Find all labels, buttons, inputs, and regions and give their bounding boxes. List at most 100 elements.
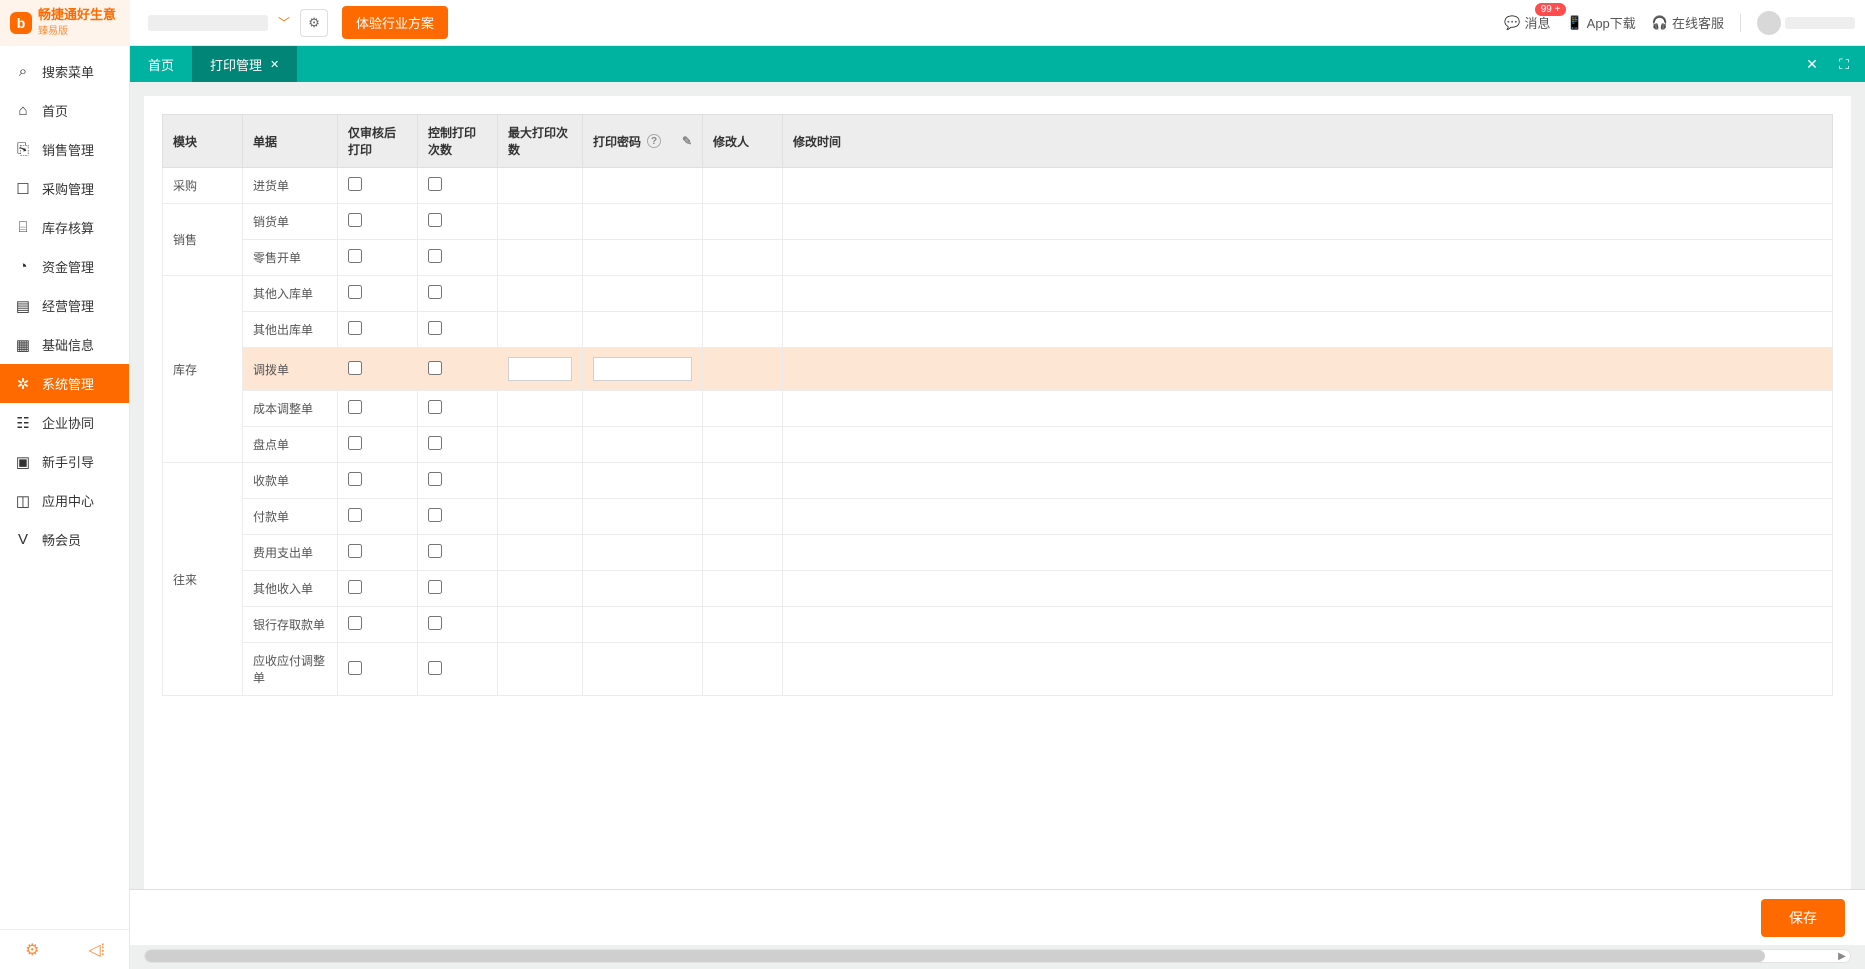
tab-打印管理[interactable]: 打印管理✕ <box>192 46 297 82</box>
sidebar-item-purchase-mgmt[interactable]: ☐采购管理 <box>0 169 129 208</box>
control-count-cell <box>418 499 498 535</box>
max-count-cell <box>498 535 583 571</box>
password-input[interactable] <box>593 357 692 381</box>
column-header: 控制打印次数 <box>418 115 498 168</box>
search-menu-icon: ⌕ <box>14 63 32 80</box>
password-cell <box>583 240 703 276</box>
chat-icon: 💬 <box>1504 15 1520 31</box>
control-count-checkbox[interactable] <box>428 285 442 299</box>
doc-cell: 进货单 <box>243 168 338 204</box>
audit-only-checkbox[interactable] <box>348 616 362 630</box>
sidebar-item-enterprise-collab[interactable]: ☷企业协同 <box>0 403 129 442</box>
control-count-checkbox[interactable] <box>428 616 442 630</box>
audit-only-checkbox[interactable] <box>348 361 362 375</box>
sidebar-item-sales-mgmt[interactable]: ⎘销售管理 <box>0 130 129 169</box>
control-count-checkbox[interactable] <box>428 213 442 227</box>
audit-only-checkbox[interactable] <box>348 544 362 558</box>
control-count-checkbox[interactable] <box>428 400 442 414</box>
messages-badge: 99 + <box>1535 3 1567 16</box>
control-count-checkbox[interactable] <box>428 249 442 263</box>
control-count-checkbox[interactable] <box>428 321 442 335</box>
sidebar-item-app-center[interactable]: ◫应用中心 <box>0 481 129 520</box>
control-count-checkbox[interactable] <box>428 544 442 558</box>
sidebar: ⌕搜索菜单⌂首页⎘销售管理☐采购管理⌸库存核算◔资金管理▤经营管理▦基础信息✲系… <box>0 46 130 969</box>
control-count-checkbox[interactable] <box>428 508 442 522</box>
password-cell <box>583 276 703 312</box>
password-cell <box>583 571 703 607</box>
content: 模块单据仅审核后打印控制打印次数最大打印次数打印密码?✎修改人修改时间 采购进货… <box>144 96 1851 889</box>
table-row: 调拨单 <box>163 348 1833 391</box>
audit-only-checkbox[interactable] <box>348 285 362 299</box>
home-icon: ⌂ <box>14 102 32 119</box>
audit-only-cell <box>338 348 418 391</box>
industry-plan-button[interactable]: 体验行业方案 <box>342 6 448 39</box>
save-button[interactable]: 保存 <box>1761 899 1845 937</box>
settings-button[interactable]: ⚙ <box>300 9 328 37</box>
modifier-cell <box>703 463 783 499</box>
control-count-checkbox[interactable] <box>428 361 442 375</box>
tab-首页[interactable]: 首页 <box>130 46 192 82</box>
user-menu[interactable] <box>1757 11 1855 35</box>
audit-only-checkbox[interactable] <box>348 213 362 227</box>
sidebar-item-search-menu[interactable]: ⌕搜索菜单 <box>0 52 129 91</box>
sidebar-item-operation-mgmt[interactable]: ▤经营管理 <box>0 286 129 325</box>
audit-only-checkbox[interactable] <box>348 472 362 486</box>
audit-only-cell <box>338 276 418 312</box>
audit-only-checkbox[interactable] <box>348 400 362 414</box>
sidebar-settings-button[interactable]: ⚙ <box>0 930 65 969</box>
chevron-down-icon: ﹀ <box>278 14 290 31</box>
tab-close-icon[interactable]: ✕ <box>270 58 279 71</box>
sidebar-item-fund-mgmt[interactable]: ◔资金管理 <box>0 247 129 286</box>
control-count-checkbox[interactable] <box>428 436 442 450</box>
scrollbar-thumb[interactable] <box>145 950 1765 962</box>
sidebar-item-system-mgmt[interactable]: ✲系统管理 <box>0 364 129 403</box>
headset-icon: 🎧 <box>1652 15 1668 31</box>
horizontal-scrollbar[interactable]: ▶ <box>144 949 1851 963</box>
edit-icon[interactable]: ✎ <box>682 134 692 148</box>
sidebar-item-home[interactable]: ⌂首页 <box>0 91 129 130</box>
app-download-label: App下载 <box>1587 13 1636 32</box>
sidebar-item-label: 采购管理 <box>42 179 94 198</box>
sidebar-item-newbie-guide[interactable]: ▣新手引导 <box>0 442 129 481</box>
audit-only-checkbox[interactable] <box>348 177 362 191</box>
brand[interactable]: b 畅捷通好生意 臻易版 <box>0 0 130 46</box>
max-count-cell <box>498 463 583 499</box>
column-header: 修改时间 <box>783 115 1833 168</box>
control-count-cell <box>418 348 498 391</box>
doc-cell: 零售开单 <box>243 240 338 276</box>
org-selector[interactable]: ﹀ <box>148 14 290 31</box>
tab-fullscreen-button[interactable]: ⛶ <box>1833 53 1855 75</box>
sidebar-item-inventory-acct[interactable]: ⌸库存核算 <box>0 208 129 247</box>
audit-only-checkbox[interactable] <box>348 436 362 450</box>
audit-only-checkbox[interactable] <box>348 661 362 675</box>
audit-only-checkbox[interactable] <box>348 321 362 335</box>
sidebar-collapse-button[interactable]: ◁⁞ <box>65 930 130 969</box>
column-header: 修改人 <box>703 115 783 168</box>
tab-close-all-button[interactable]: ✕ <box>1801 53 1823 75</box>
max-count-cell <box>498 312 583 348</box>
sidebar-item-membership[interactable]: V畅会员 <box>0 520 129 559</box>
audit-only-checkbox[interactable] <box>348 508 362 522</box>
audit-only-checkbox[interactable] <box>348 580 362 594</box>
help-icon[interactable]: ? <box>647 134 661 148</box>
modifier-cell <box>703 204 783 240</box>
control-count-cell <box>418 276 498 312</box>
password-cell <box>583 168 703 204</box>
table-row: 其他出库单 <box>163 312 1833 348</box>
max-count-input[interactable] <box>508 357 572 381</box>
control-count-cell <box>418 427 498 463</box>
sidebar-item-basic-info[interactable]: ▦基础信息 <box>0 325 129 364</box>
doc-cell: 销货单 <box>243 204 338 240</box>
online-service-button[interactable]: 🎧 在线客服 <box>1652 13 1724 32</box>
scrollbar-right-arrow[interactable]: ▶ <box>1836 950 1848 962</box>
control-count-checkbox[interactable] <box>428 177 442 191</box>
module-cell: 销售 <box>163 204 243 276</box>
modify-time-cell <box>783 571 1833 607</box>
max-count-cell <box>498 571 583 607</box>
control-count-checkbox[interactable] <box>428 661 442 675</box>
control-count-checkbox[interactable] <box>428 580 442 594</box>
audit-only-checkbox[interactable] <box>348 249 362 263</box>
app-download-button[interactable]: 📱 App下载 <box>1566 13 1635 32</box>
control-count-checkbox[interactable] <box>428 472 442 486</box>
messages-button[interactable]: 💬 消息 99 + <box>1504 13 1550 32</box>
